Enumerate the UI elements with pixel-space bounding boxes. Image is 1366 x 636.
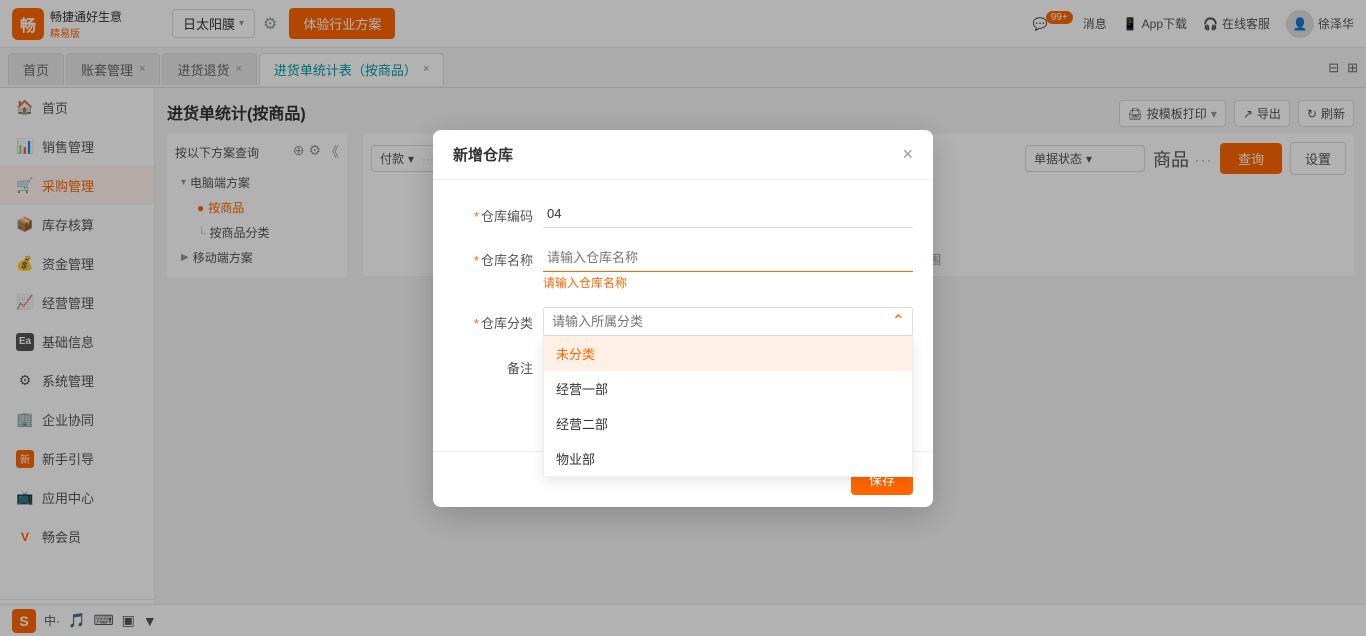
warehouse-name-row: 仓库名称 请输入仓库名称 bbox=[453, 244, 913, 291]
name-error-msg: 请输入仓库名称 bbox=[543, 274, 913, 291]
category-label: 仓库分类 bbox=[453, 307, 533, 332]
chevron-up-icon[interactable]: ⌃ bbox=[892, 311, 905, 331]
modal-overlay: 新增仓库 × 仓库编码 仓库名称 请输入仓库名称 仓库分类 bbox=[0, 0, 1366, 636]
dialog-close-button[interactable]: × bbox=[902, 144, 913, 165]
warehouse-code-row: 仓库编码 bbox=[453, 200, 913, 228]
dialog-body: 仓库编码 仓库名称 请输入仓库名称 仓库分类 ⌃ bbox=[433, 180, 933, 451]
category-option-3[interactable]: 物业部 bbox=[544, 441, 912, 476]
category-input-wrap: ⌃ 未分类 经营一部 经营二部 物业部 bbox=[543, 307, 913, 336]
category-dropdown: 未分类 经营一部 经营二部 物业部 bbox=[543, 336, 913, 477]
code-label: 仓库编码 bbox=[453, 200, 533, 225]
warehouse-category-row: 仓库分类 ⌃ 未分类 经营一部 经营二部 物业部 bbox=[453, 307, 913, 336]
name-label: 仓库名称 bbox=[453, 244, 533, 269]
new-warehouse-dialog: 新增仓库 × 仓库编码 仓库名称 请输入仓库名称 仓库分类 bbox=[433, 130, 933, 507]
name-input[interactable] bbox=[543, 244, 913, 272]
dialog-header: 新增仓库 × bbox=[433, 130, 933, 180]
category-option-1[interactable]: 经营一部 bbox=[544, 371, 912, 406]
name-input-wrap: 请输入仓库名称 bbox=[543, 244, 913, 291]
code-input-wrap bbox=[543, 200, 913, 228]
category-option-2[interactable]: 经营二部 bbox=[544, 406, 912, 441]
category-input[interactable] bbox=[543, 307, 913, 336]
dialog-title: 新增仓库 bbox=[453, 144, 513, 165]
note-label: 备注 bbox=[453, 352, 533, 377]
code-input[interactable] bbox=[543, 200, 913, 228]
category-option-unclassified[interactable]: 未分类 bbox=[544, 336, 912, 371]
